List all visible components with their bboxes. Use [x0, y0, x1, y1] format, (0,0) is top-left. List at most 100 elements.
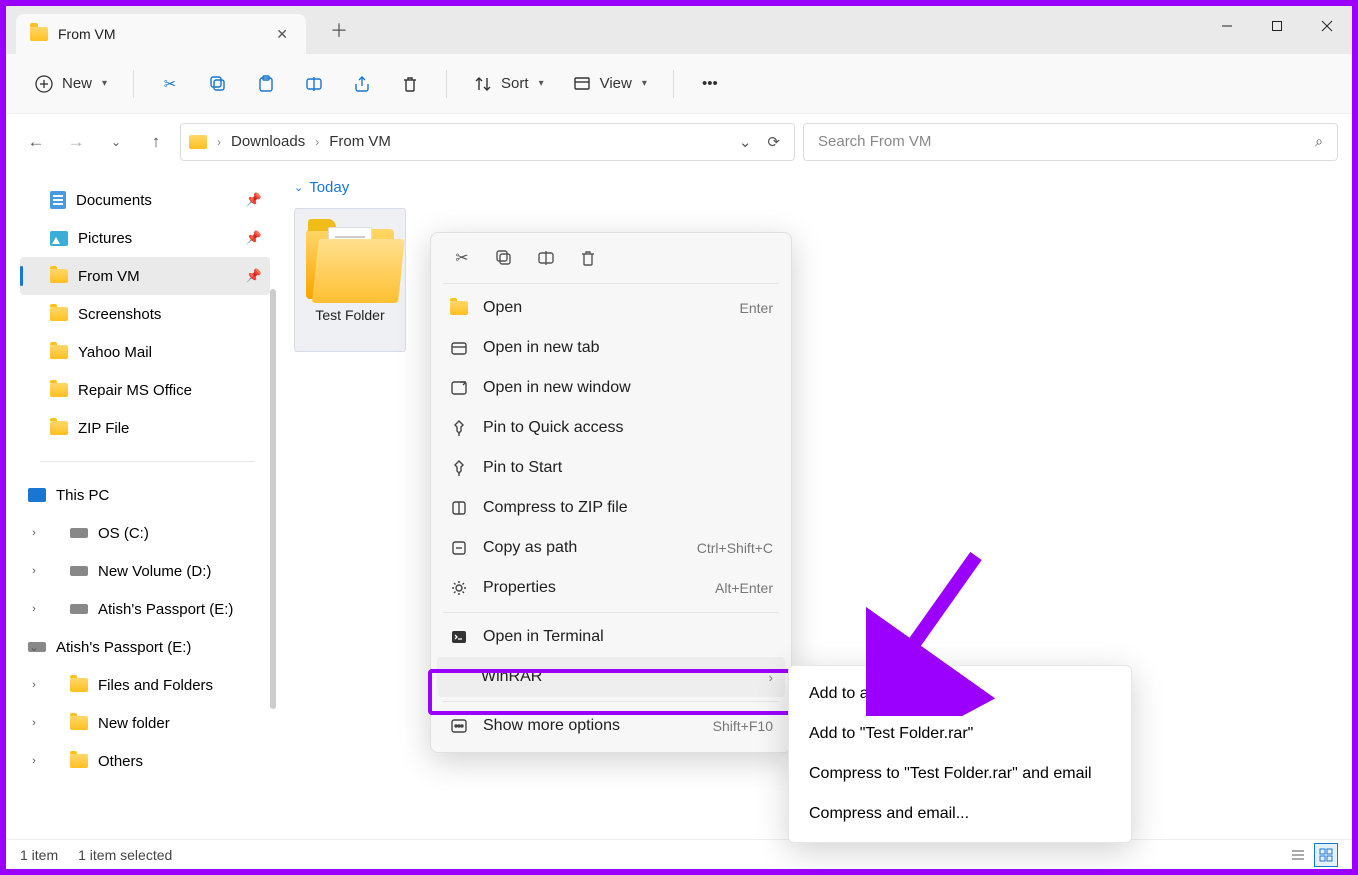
back-button[interactable]: ← [20, 126, 52, 158]
sidebar-item-drive-d[interactable]: ›New Volume (D:) [20, 552, 270, 590]
folder-icon [70, 678, 88, 692]
chevron-right-icon[interactable]: › [26, 717, 42, 729]
breadcrumb[interactable]: › Downloads › From VM ⌄ ⟳ [180, 123, 795, 161]
chevron-right-icon[interactable]: › [26, 755, 42, 767]
pin-icon: 📌 [246, 268, 262, 284]
chevron-right-icon[interactable]: › [26, 679, 42, 691]
path-icon [449, 538, 469, 558]
sidebar-item-new-folder[interactable]: ›New folder [20, 704, 270, 742]
group-header-today[interactable]: ⌄ Today [294, 179, 1334, 196]
sidebar-item-documents[interactable]: Documents📌 [20, 181, 270, 219]
sidebar-item-this-pc[interactable]: ⌄This PC [20, 476, 270, 514]
menu-show-more[interactable]: Show more optionsShift+F10 [437, 706, 785, 746]
chevron-right-icon[interactable]: › [26, 603, 42, 615]
sidebar-item-drive-c[interactable]: ›OS (C:) [20, 514, 270, 552]
close-window-button[interactable] [1302, 6, 1352, 46]
menu-compress-zip[interactable]: Compress to ZIP file [437, 488, 785, 528]
copy-icon [208, 74, 228, 94]
close-tab-icon[interactable]: ✕ [272, 22, 292, 47]
menu-open-window[interactable]: Open in new window [437, 368, 785, 408]
chevron-right-icon: › [309, 135, 325, 149]
menu-pin-start[interactable]: Pin to Start [437, 448, 785, 488]
window-controls [1202, 6, 1352, 46]
recent-button[interactable]: ⌄ [100, 126, 132, 158]
disk-icon [70, 566, 88, 576]
chevron-right-icon: › [769, 670, 773, 685]
sidebar-item-repair-office[interactable]: Repair MS Office [20, 371, 270, 409]
status-selected-count: 1 item selected [78, 847, 172, 863]
pin-icon [449, 458, 469, 478]
maximize-button[interactable] [1252, 6, 1302, 46]
submenu-add-named[interactable]: Add to "Test Folder.rar" [789, 714, 1131, 754]
folder-icon [50, 269, 68, 283]
copy-icon[interactable] [493, 247, 515, 269]
annotation-arrow [866, 546, 996, 716]
paste-button[interactable] [246, 68, 286, 100]
rename-icon [304, 74, 324, 94]
delete-button[interactable] [390, 68, 430, 100]
pc-icon [28, 488, 46, 502]
disk-icon [70, 604, 88, 614]
rename-icon[interactable] [535, 247, 557, 269]
sidebar-item-yahoo-mail[interactable]: Yahoo Mail [20, 333, 270, 371]
more-button[interactable]: ••• [690, 68, 730, 100]
trash-icon[interactable] [577, 247, 599, 269]
chevron-down-icon: ▾ [539, 78, 544, 89]
menu-open[interactable]: OpenEnter [437, 288, 785, 328]
crumb-downloads[interactable]: Downloads [231, 133, 305, 150]
rename-button[interactable] [294, 68, 334, 100]
forward-button[interactable]: → [60, 126, 92, 158]
view-label: View [600, 75, 632, 92]
menu-winrar[interactable]: WinRAR› [437, 657, 785, 697]
chevron-down-icon[interactable]: ⌄ [26, 641, 42, 654]
copy-button[interactable] [198, 68, 238, 100]
thumbnails-view-toggle[interactable] [1314, 843, 1338, 867]
details-view-toggle[interactable] [1286, 843, 1310, 867]
menu-copy-path[interactable]: Copy as pathCtrl+Shift+C [437, 528, 785, 568]
tab-from-vm[interactable]: From VM ✕ [16, 14, 306, 54]
menu-pin-quick[interactable]: Pin to Quick access [437, 408, 785, 448]
chevron-down-icon: ▾ [102, 78, 107, 89]
file-item-test-folder[interactable]: Test Folder [294, 208, 406, 352]
tab-icon [449, 338, 469, 358]
folder-icon [70, 716, 88, 730]
sort-icon [473, 74, 493, 94]
refresh-button[interactable]: ⟳ [761, 133, 786, 151]
status-bar: 1 item 1 item selected [6, 839, 1352, 869]
share-button[interactable] [342, 68, 382, 100]
view-button[interactable]: View ▾ [562, 68, 657, 100]
history-dropdown[interactable]: ⌄ [733, 133, 758, 151]
menu-terminal[interactable]: Open in Terminal [437, 617, 785, 657]
folder-icon [30, 27, 48, 41]
address-row: ← → ⌄ ↑ › Downloads › From VM ⌄ ⟳ ⌕ [6, 114, 1352, 169]
sidebar-item-drive-e[interactable]: ›Atish's Passport (E:) [20, 590, 270, 628]
chevron-right-icon[interactable]: › [26, 527, 42, 539]
menu-properties[interactable]: PropertiesAlt+Enter [437, 568, 785, 608]
sidebar-item-others[interactable]: ›Others [20, 742, 270, 780]
folder-icon [50, 307, 68, 321]
cut-button[interactable]: ✂ [150, 68, 190, 100]
sort-label: Sort [501, 75, 529, 92]
trash-icon [400, 74, 420, 94]
sidebar-item-zip-file[interactable]: ZIP File [20, 409, 270, 447]
menu-open-tab[interactable]: Open in new tab [437, 328, 785, 368]
sort-button[interactable]: Sort ▾ [463, 68, 554, 100]
search-box[interactable]: ⌕ [803, 123, 1338, 161]
crumb-from-vm[interactable]: From VM [329, 133, 391, 150]
new-button[interactable]: New ▾ [24, 68, 117, 100]
sidebar-item-passport[interactable]: ⌄Atish's Passport (E:) [20, 628, 270, 666]
sidebar-item-screenshots[interactable]: Screenshots [20, 295, 270, 333]
submenu-compress-and-email[interactable]: Compress and email... [789, 794, 1131, 834]
chevron-right-icon[interactable]: › [26, 565, 42, 577]
cut-icon[interactable]: ✂ [451, 247, 473, 269]
sidebar-item-pictures[interactable]: Pictures📌 [20, 219, 270, 257]
minimize-button[interactable] [1202, 6, 1252, 46]
new-tab-button[interactable]: ＋ [320, 17, 358, 43]
search-input[interactable] [818, 133, 1315, 150]
new-label: New [62, 75, 92, 92]
up-button[interactable]: ↑ [140, 126, 172, 158]
submenu-compress-email[interactable]: Compress to "Test Folder.rar" and email [789, 754, 1131, 794]
pictures-icon [50, 231, 68, 246]
sidebar-item-from-vm[interactable]: From VM📌 [20, 257, 270, 295]
sidebar-item-files-folders[interactable]: ›Files and Folders [20, 666, 270, 704]
